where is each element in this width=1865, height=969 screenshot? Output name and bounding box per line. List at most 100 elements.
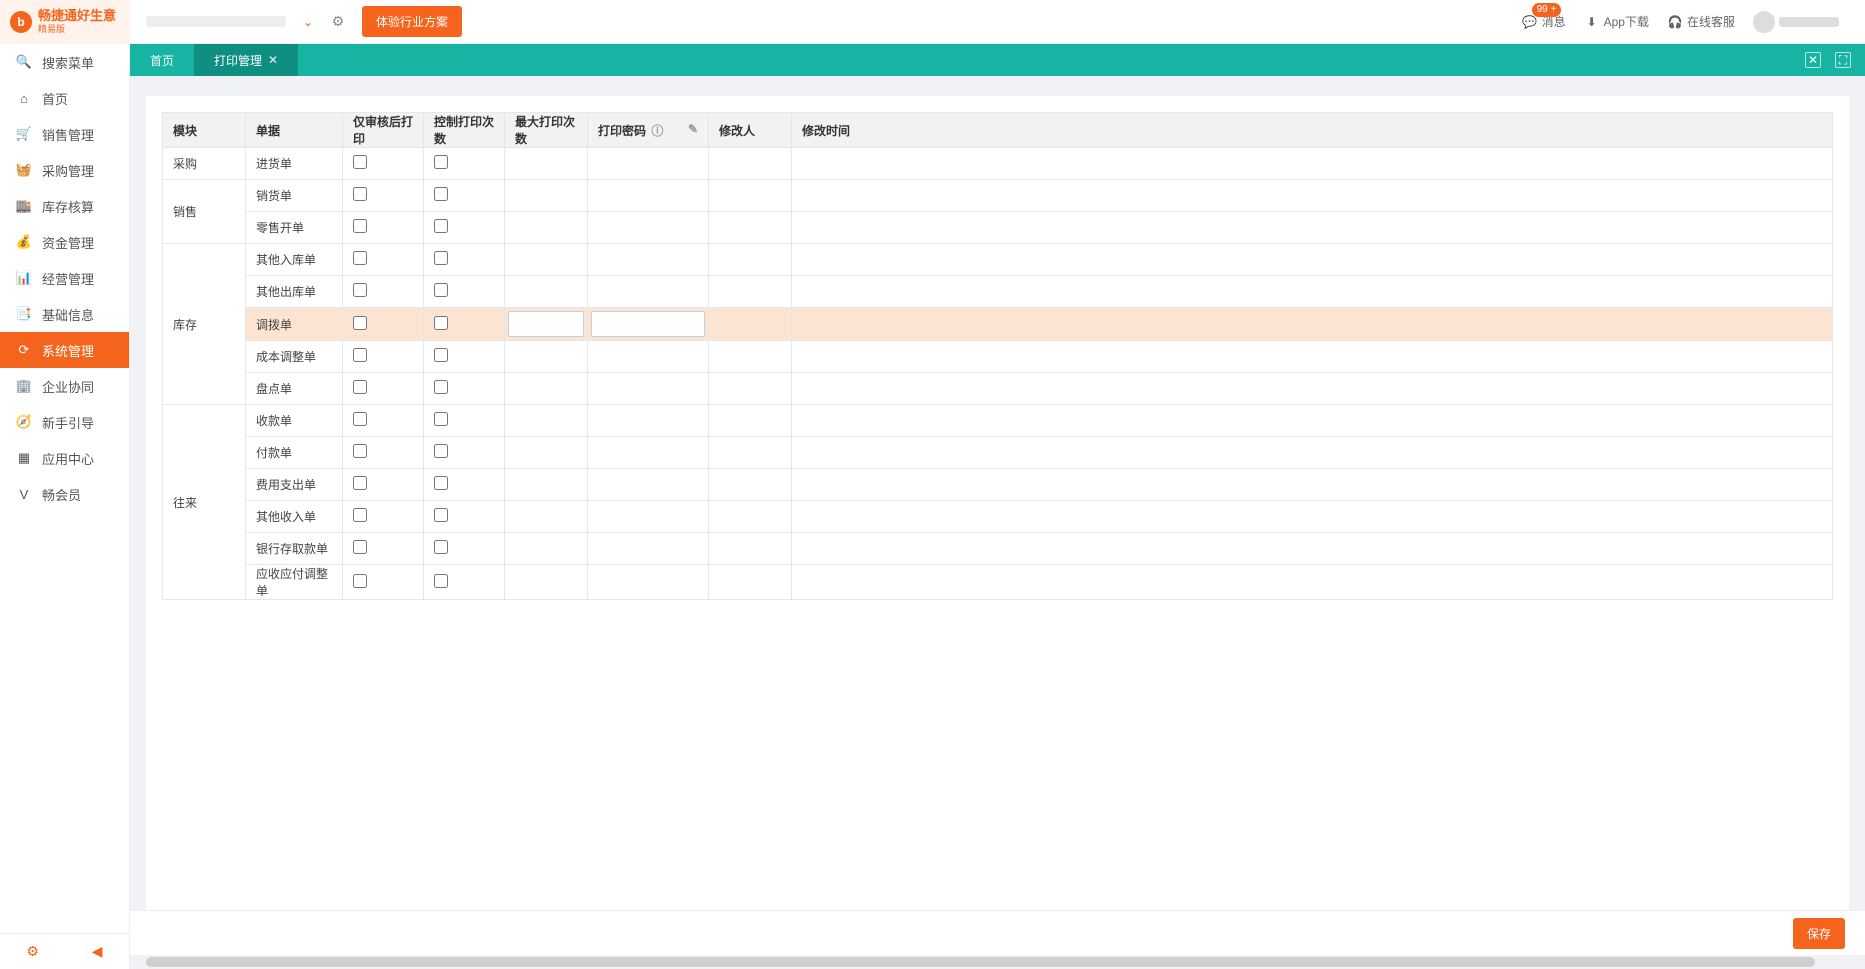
audited-checkbox[interactable]: [353, 155, 367, 169]
tab-print-management[interactable]: 打印管理 ✕: [194, 44, 298, 76]
audited-checkbox[interactable]: [353, 508, 367, 522]
audited-cell: [343, 308, 424, 341]
col-modifier: 修改人: [709, 113, 792, 148]
limit-checkbox[interactable]: [434, 187, 448, 201]
close-icon[interactable]: ✕: [268, 53, 278, 67]
sidebar-item-guide[interactable]: 🧭新手引导: [0, 404, 129, 440]
doc-cell: 成本调整单: [246, 341, 343, 373]
audited-checkbox[interactable]: [353, 187, 367, 201]
doc-cell: 其他出库单: [246, 276, 343, 308]
audited-checkbox[interactable]: [353, 476, 367, 490]
limit-checkbox[interactable]: [434, 540, 448, 554]
limit-cell: [424, 148, 505, 180]
fullscreen-icon[interactable]: ⛶: [1835, 52, 1851, 68]
password-cell: [588, 180, 709, 212]
industry-program-button[interactable]: 体验行业方案: [362, 6, 462, 37]
limit-checkbox[interactable]: [434, 283, 448, 297]
sidebar-item-base[interactable]: 📑基础信息: [0, 296, 129, 332]
modifier-cell: [709, 437, 792, 469]
save-button[interactable]: 保存: [1793, 918, 1845, 949]
limit-checkbox[interactable]: [434, 412, 448, 426]
sidebar-item-appcenter[interactable]: ▦应用中心: [0, 440, 129, 476]
sidebar-footer: ⚙ ◀: [0, 933, 129, 969]
max-times-cell: [505, 276, 588, 308]
audited-checkbox[interactable]: [353, 219, 367, 233]
sidebar-item-member[interactable]: V畅会员: [0, 476, 129, 512]
limit-checkbox[interactable]: [434, 348, 448, 362]
sidebar-item-operation[interactable]: 📊经营管理: [0, 260, 129, 296]
tabs-close-all-icon[interactable]: ✕: [1805, 52, 1821, 68]
limit-cell: [424, 212, 505, 244]
limit-checkbox[interactable]: [434, 155, 448, 169]
modified-at-cell: [792, 565, 1833, 600]
sidebar-item-sales[interactable]: 🛒销售管理: [0, 116, 129, 152]
max-times-cell: [505, 308, 588, 341]
audited-checkbox[interactable]: [353, 251, 367, 265]
max-times-cell: [505, 244, 588, 276]
app-download-link[interactable]: ⬇ App下载: [1584, 13, 1649, 30]
user-menu[interactable]: [1753, 11, 1839, 33]
max-times-cell: [505, 565, 588, 600]
sidebar-settings-icon[interactable]: ⚙: [26, 943, 39, 960]
modified-at-cell: [792, 148, 1833, 180]
audited-checkbox[interactable]: [353, 316, 367, 330]
audited-cell: [343, 276, 424, 308]
max-times-cell: [505, 469, 588, 501]
panel: 模块 单据 仅审核后打印 控制打印次数 最大打印次数 打印密码 ⓘ ✎ 修改人 …: [146, 96, 1849, 911]
audited-checkbox[interactable]: [353, 574, 367, 588]
audited-checkbox[interactable]: [353, 412, 367, 426]
tab-home[interactable]: 首页: [130, 44, 194, 76]
audited-cell: [343, 405, 424, 437]
help-icon[interactable]: ⓘ: [651, 124, 663, 138]
audited-checkbox[interactable]: [353, 444, 367, 458]
limit-checkbox[interactable]: [434, 380, 448, 394]
audited-checkbox[interactable]: [353, 540, 367, 554]
main: 模块 单据 仅审核后打印 控制打印次数 最大打印次数 打印密码 ⓘ ✎ 修改人 …: [130, 76, 1865, 927]
print-settings-table: 模块 单据 仅审核后打印 控制打印次数 最大打印次数 打印密码 ⓘ ✎ 修改人 …: [162, 112, 1833, 600]
sidebar-item-home[interactable]: ⌂首页: [0, 80, 129, 116]
messages-link[interactable]: 99 + 💬 消息: [1522, 13, 1566, 30]
limit-cell: [424, 244, 505, 276]
edit-icon[interactable]: ✎: [688, 122, 698, 136]
limit-checkbox[interactable]: [434, 444, 448, 458]
sidebar-item-label: 采购管理: [42, 161, 94, 180]
table-row: 盘点单: [163, 373, 1833, 405]
module-cell: 采购: [163, 148, 246, 180]
online-service-link[interactable]: 🎧 在线客服: [1667, 13, 1735, 30]
sidebar-collapse-icon[interactable]: ◀: [92, 943, 103, 960]
password-cell: [588, 308, 709, 341]
max-times-cell: [505, 533, 588, 565]
base-icon: 📑: [16, 306, 32, 322]
limit-cell: [424, 276, 505, 308]
max-times-cell: [505, 437, 588, 469]
limit-checkbox[interactable]: [434, 316, 448, 330]
sidebar-item-inventory[interactable]: 🏬库存核算: [0, 188, 129, 224]
sidebar-item-purchase[interactable]: 🧺采购管理: [0, 152, 129, 188]
limit-checkbox[interactable]: [434, 508, 448, 522]
chat-icon: 💬: [1522, 15, 1538, 29]
gear-icon[interactable]: ⚙: [330, 13, 346, 30]
limit-checkbox[interactable]: [434, 251, 448, 265]
sidebar-item-funds[interactable]: 💰资金管理: [0, 224, 129, 260]
tenant-selector[interactable]: ⌄ ⚙: [130, 0, 362, 44]
sidebar-item-system[interactable]: ⟳系统管理: [0, 332, 129, 368]
scrollbar-thumb[interactable]: [146, 957, 1815, 967]
audited-checkbox[interactable]: [353, 380, 367, 394]
tab-home-label: 首页: [150, 52, 174, 69]
audited-checkbox[interactable]: [353, 348, 367, 362]
limit-checkbox[interactable]: [434, 574, 448, 588]
horizontal-scrollbar[interactable]: [146, 957, 1849, 967]
modified-at-cell: [792, 373, 1833, 405]
table-row: 银行存取款单: [163, 533, 1833, 565]
modifier-cell: [709, 244, 792, 276]
audited-checkbox[interactable]: [353, 283, 367, 297]
sidebar-item-search-menu[interactable]: 🔍搜索菜单: [0, 44, 129, 80]
password-cell: [588, 373, 709, 405]
max-times-input[interactable]: [508, 311, 584, 337]
limit-checkbox[interactable]: [434, 219, 448, 233]
limit-checkbox[interactable]: [434, 476, 448, 490]
password-cell: [588, 501, 709, 533]
sidebar-item-coop[interactable]: 🏢企业协同: [0, 368, 129, 404]
print-password-input[interactable]: [591, 311, 705, 337]
sidebar-item-label: 销售管理: [42, 125, 94, 144]
